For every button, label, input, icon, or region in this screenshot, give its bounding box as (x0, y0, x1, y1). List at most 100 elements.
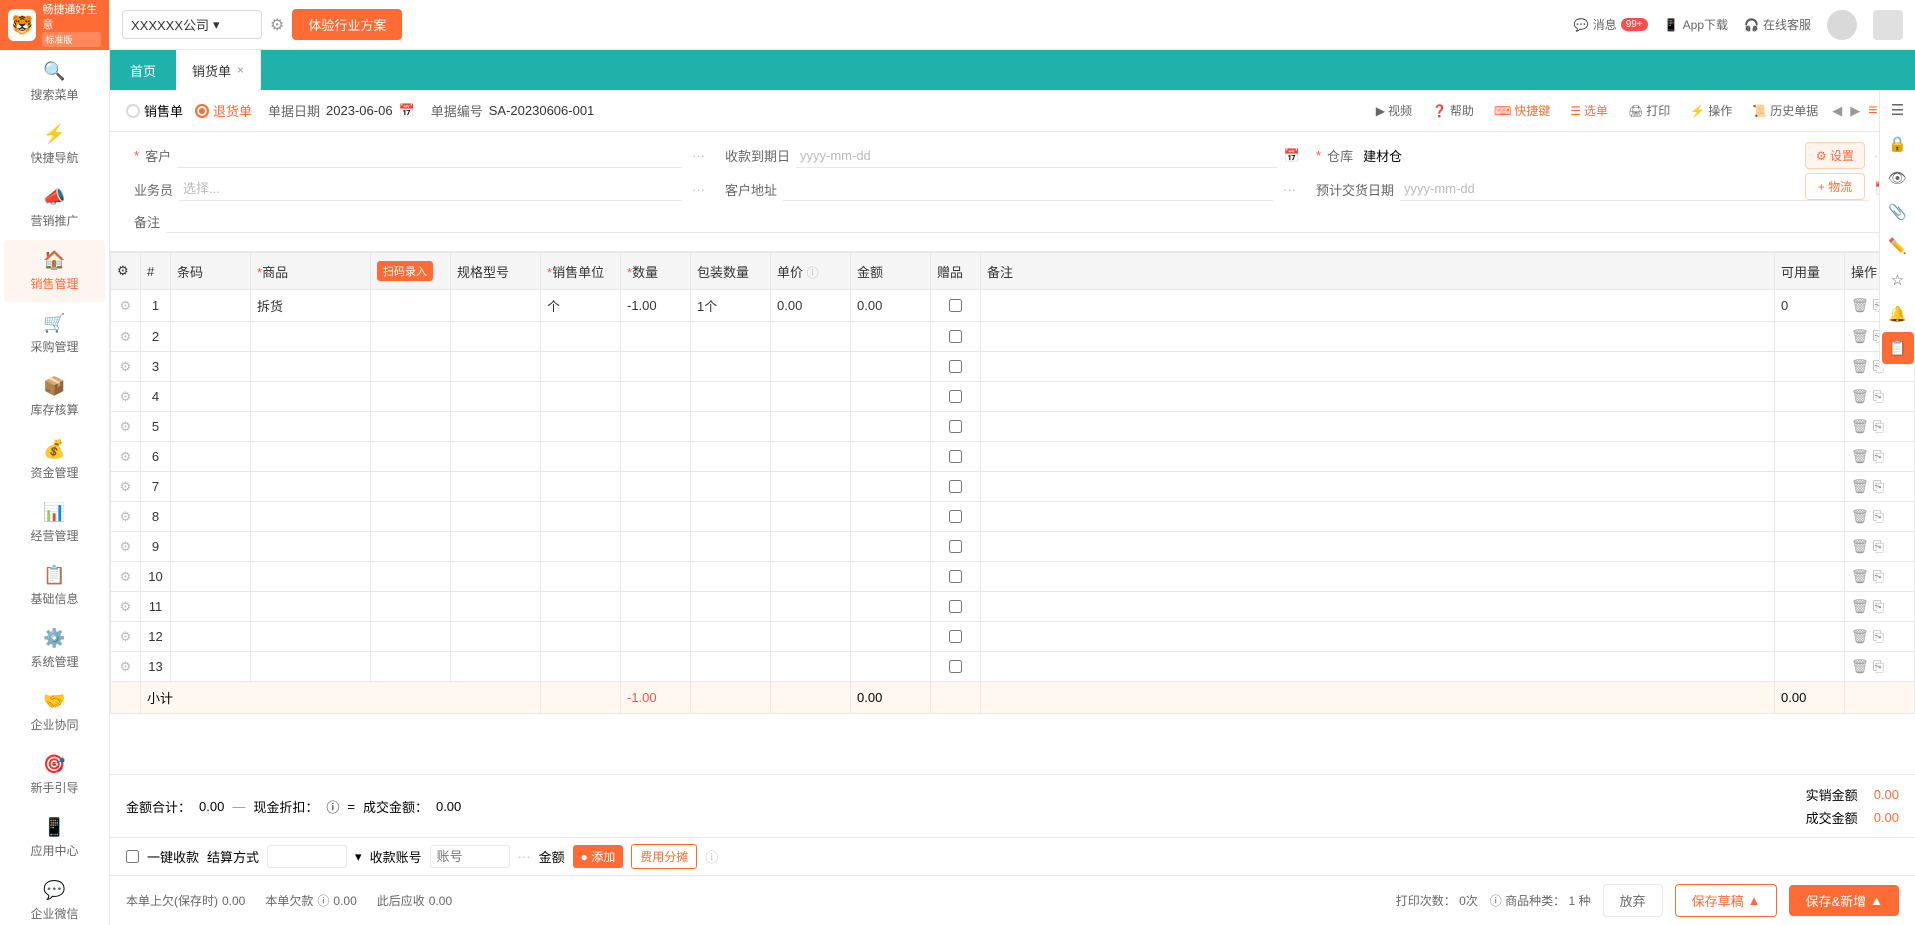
row-setting[interactable]: ⚙ (111, 622, 141, 652)
row-qty[interactable] (621, 652, 691, 682)
right-sidebar-btn-5[interactable]: ☆ (1882, 264, 1914, 296)
row-gift[interactable] (931, 622, 981, 652)
delete-icon[interactable]: 🗑 (1851, 598, 1869, 615)
row-barcode[interactable] (171, 472, 251, 502)
row-setting[interactable]: ⚙ (111, 442, 141, 472)
gift-checkbox[interactable] (949, 330, 962, 343)
row-spec[interactable] (451, 412, 541, 442)
gift-checkbox[interactable] (949, 420, 962, 433)
user-menu[interactable] (1873, 10, 1903, 40)
row-price[interactable] (771, 352, 851, 382)
row-spec[interactable] (451, 652, 541, 682)
method-input[interactable] (267, 845, 347, 868)
row-spec[interactable] (451, 622, 541, 652)
row-amount[interactable] (851, 532, 931, 562)
row-remark[interactable] (981, 290, 1775, 322)
row-price[interactable] (771, 502, 851, 532)
row-remark[interactable] (981, 442, 1775, 472)
row-gift[interactable] (931, 562, 981, 592)
row-setting[interactable]: ⚙ (111, 352, 141, 382)
row-pkgqty[interactable]: 1个 (691, 290, 771, 322)
row-unit[interactable] (541, 322, 621, 352)
row-unit[interactable] (541, 502, 621, 532)
row-price[interactable] (771, 562, 851, 592)
fee-btn[interactable]: 费用分摊 (631, 844, 697, 869)
copy-icon[interactable]: ⎘ (1873, 508, 1884, 525)
shortcut-btn[interactable]: ⌨ 快捷键 (1488, 100, 1556, 121)
right-sidebar-btn-7[interactable]: 📋 (1882, 332, 1914, 364)
row-setting[interactable]: ⚙ (111, 502, 141, 532)
row-amount[interactable] (851, 622, 931, 652)
draft-btn[interactable]: 保存草稿 ▲ (1675, 884, 1778, 917)
row-amount[interactable] (851, 352, 931, 382)
row-unit[interactable] (541, 652, 621, 682)
row-pkgqty[interactable] (691, 502, 771, 532)
row-qty[interactable] (621, 532, 691, 562)
row-remark[interactable] (981, 652, 1775, 682)
row-gift[interactable] (931, 652, 981, 682)
choose-btn[interactable]: ☰ 选单 (1564, 100, 1614, 121)
row-spec[interactable] (451, 290, 541, 322)
collect-calendar-icon[interactable]: 📅 (1284, 148, 1300, 164)
row-product[interactable] (251, 562, 371, 592)
row-product[interactable] (251, 322, 371, 352)
row-gift[interactable] (931, 352, 981, 382)
right-sidebar-btn-0[interactable]: ☰ (1882, 94, 1914, 126)
copy-icon[interactable]: ⎘ (1873, 598, 1884, 615)
row-gift[interactable] (931, 592, 981, 622)
row-setting[interactable]: ⚙ (111, 382, 141, 412)
row-spec[interactable] (451, 322, 541, 352)
fee-info-icon[interactable]: ⓘ (705, 847, 718, 866)
delete-icon[interactable]: 🗑 (1851, 508, 1869, 525)
row-barcode[interactable] (171, 352, 251, 382)
row-product[interactable] (251, 502, 371, 532)
row-gift[interactable] (931, 412, 981, 442)
delete-icon[interactable]: 🗑 (1851, 448, 1869, 465)
row-spec[interactable] (451, 382, 541, 412)
delete-icon[interactable]: 🗑 (1851, 418, 1869, 435)
row-amount[interactable]: 0.00 (851, 290, 931, 322)
sidebar-item-quicknav[interactable]: ⚡ 快捷导航 (4, 114, 105, 176)
row-price[interactable] (771, 652, 851, 682)
row-gift[interactable] (931, 502, 981, 532)
right-sidebar-btn-4[interactable]: ✏️ (1882, 230, 1914, 262)
row-qty[interactable] (621, 562, 691, 592)
row-unit[interactable] (541, 532, 621, 562)
row-amount[interactable] (851, 322, 931, 352)
delete-icon[interactable]: 🗑 (1851, 297, 1869, 314)
calendar-icon[interactable]: 📅 (399, 103, 415, 119)
action-btn[interactable]: ⚡ 操作 (1684, 100, 1738, 121)
row-remark[interactable] (981, 352, 1775, 382)
row-product[interactable] (251, 592, 371, 622)
row-qty[interactable]: -1.00 (621, 290, 691, 322)
row-product[interactable] (251, 622, 371, 652)
row-qty[interactable] (621, 472, 691, 502)
tab-home[interactable]: 首页 (110, 50, 176, 90)
gift-checkbox[interactable] (949, 600, 962, 613)
row-remark[interactable] (981, 562, 1775, 592)
gift-checkbox[interactable] (949, 360, 962, 373)
row-setting[interactable]: ⚙ (111, 290, 141, 322)
row-product[interactable] (251, 442, 371, 472)
delete-icon[interactable]: 🗑 (1851, 358, 1869, 375)
row-pkgqty[interactable] (691, 412, 771, 442)
delete-icon[interactable]: 🗑 (1851, 478, 1869, 495)
row-setting[interactable]: ⚙ (111, 472, 141, 502)
row-unit[interactable] (541, 562, 621, 592)
gift-checkbox[interactable] (949, 450, 962, 463)
sidebar-item-appstore[interactable]: 📱 应用中心 (4, 807, 105, 869)
gift-checkbox[interactable] (949, 510, 962, 523)
company-selector[interactable]: XXXXXX公司 ▾ (122, 10, 262, 39)
row-barcode[interactable] (171, 652, 251, 682)
row-remark[interactable] (981, 502, 1775, 532)
gift-checkbox[interactable] (949, 299, 962, 312)
row-pkgqty[interactable] (691, 562, 771, 592)
gift-checkbox[interactable] (949, 480, 962, 493)
copy-icon[interactable]: ⎘ (1873, 538, 1884, 555)
row-setting[interactable]: ⚙ (111, 562, 141, 592)
right-sidebar-btn-2[interactable]: 👁 (1882, 162, 1914, 194)
row-remark[interactable] (981, 592, 1775, 622)
row-setting[interactable]: ⚙ (111, 412, 141, 442)
row-barcode[interactable] (171, 592, 251, 622)
gift-checkbox[interactable] (949, 570, 962, 583)
